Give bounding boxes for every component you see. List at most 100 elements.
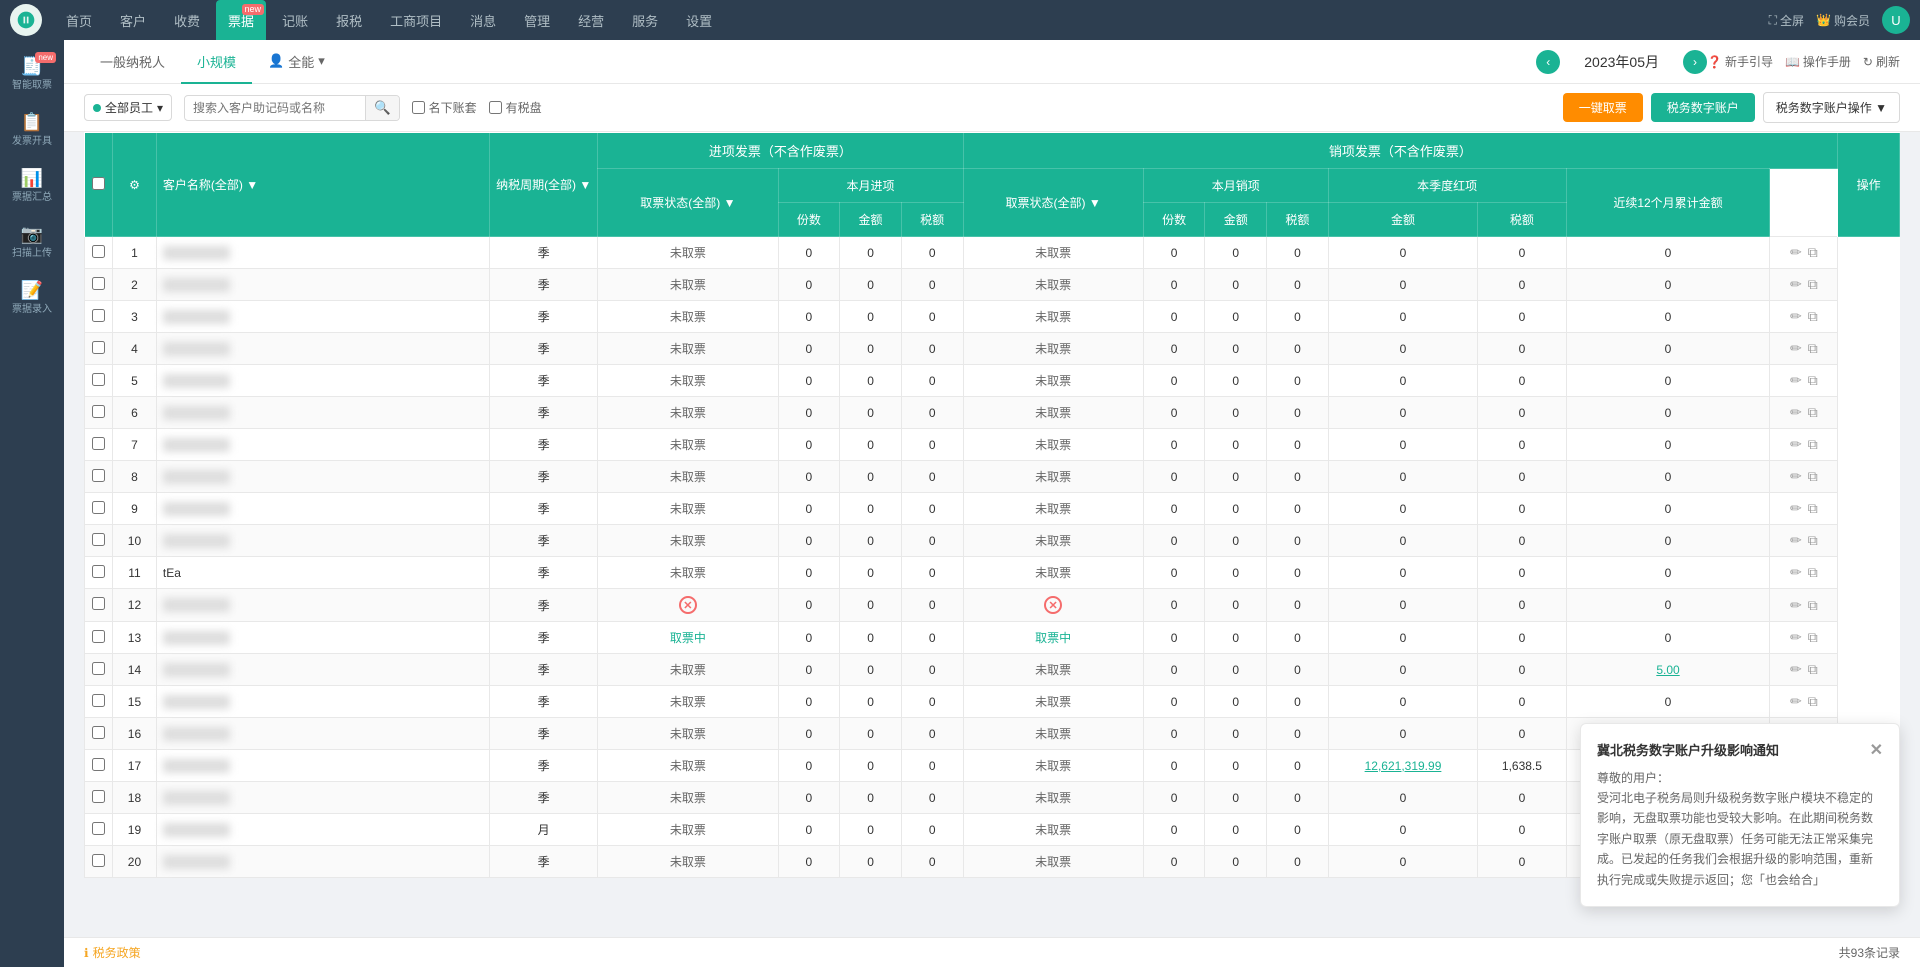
- copy-btn[interactable]: ⧉: [1808, 693, 1818, 710]
- edit-btn[interactable]: ✏: [1790, 532, 1802, 549]
- row-checkbox[interactable]: [92, 822, 105, 835]
- copy-btn[interactable]: ⧉: [1808, 597, 1818, 614]
- sidebar-item-scan-upload[interactable]: 📷 扫描上传: [4, 216, 60, 268]
- nav-manage[interactable]: 管理: [512, 0, 562, 40]
- row-checkbox[interactable]: [92, 694, 105, 707]
- copy-btn[interactable]: ⧉: [1808, 468, 1818, 485]
- row-checkbox[interactable]: [92, 854, 105, 867]
- edit-btn[interactable]: ✏: [1790, 308, 1802, 325]
- row-checkbox[interactable]: [92, 341, 105, 354]
- edit-btn[interactable]: ✏: [1790, 693, 1802, 710]
- copy-btn[interactable]: ⧉: [1808, 404, 1818, 421]
- employee-selector[interactable]: 全部员工 ▾: [84, 94, 172, 121]
- copy-btn[interactable]: ⧉: [1808, 244, 1818, 261]
- row-checkbox[interactable]: [92, 630, 105, 643]
- sidebar-item-entry[interactable]: 📝 票据录入: [4, 272, 60, 324]
- nav-fee[interactable]: 收费: [162, 0, 212, 40]
- copy-btn[interactable]: ⧉: [1808, 564, 1818, 581]
- row-checkbox[interactable]: [92, 309, 105, 322]
- copy-btn[interactable]: ⧉: [1808, 532, 1818, 549]
- edit-btn[interactable]: ✏: [1790, 276, 1802, 293]
- row-checkbox[interactable]: [92, 597, 105, 610]
- edit-btn[interactable]: ✏: [1790, 597, 1802, 614]
- in-count-cell: 0: [778, 429, 840, 461]
- nav-customer[interactable]: 客户: [108, 0, 158, 40]
- sidebar-item-smart-ticket[interactable]: 🧾 智能取票 new: [4, 48, 60, 100]
- search-button[interactable]: 🔍: [365, 96, 399, 120]
- row-checkbox[interactable]: [92, 533, 105, 546]
- edit-btn[interactable]: ✏: [1790, 372, 1802, 389]
- period-next-btn[interactable]: ›: [1683, 50, 1707, 74]
- guide-btn[interactable]: ❓ 新手引导: [1707, 53, 1773, 70]
- row-checkbox[interactable]: [92, 501, 105, 514]
- nav-tax[interactable]: 报税: [324, 0, 374, 40]
- edit-btn[interactable]: ✏: [1790, 629, 1802, 646]
- copy-btn[interactable]: ⧉: [1808, 629, 1818, 646]
- nav-operation[interactable]: 经营: [566, 0, 616, 40]
- tax-policy-link[interactable]: ℹ 税务政策: [84, 944, 141, 961]
- nav-business[interactable]: 工商项目: [378, 0, 454, 40]
- row-checkbox[interactable]: [92, 469, 105, 482]
- copy-btn[interactable]: ⧉: [1808, 500, 1818, 517]
- tab-all-capable[interactable]: 👤 全能 ▾: [252, 40, 341, 84]
- edit-btn[interactable]: ✏: [1790, 500, 1802, 517]
- row-checkbox[interactable]: [92, 245, 105, 258]
- copy-btn[interactable]: ⧉: [1808, 340, 1818, 357]
- sidebar-item-summary[interactable]: 📊 票据汇总: [4, 160, 60, 212]
- cumulative-value[interactable]: 5.00: [1656, 663, 1679, 677]
- th-in-status[interactable]: 取票状态(全部) ▼: [598, 169, 778, 237]
- edit-btn[interactable]: ✏: [1790, 436, 1802, 453]
- tax-digital-account-btn[interactable]: 税务数字账户: [1651, 93, 1755, 122]
- select-all-checkbox[interactable]: [92, 177, 105, 190]
- tab-general-taxpayer[interactable]: 一般纳税人: [84, 40, 181, 84]
- row-checkbox[interactable]: [92, 662, 105, 675]
- notification-close-btn[interactable]: ✕: [1870, 740, 1883, 760]
- copy-btn[interactable]: ⧉: [1808, 436, 1818, 453]
- nav-message[interactable]: 消息: [458, 0, 508, 40]
- member-btn[interactable]: 👑 购会员: [1816, 12, 1870, 29]
- row-checkbox[interactable]: [92, 790, 105, 803]
- sidebar-item-invoice-open[interactable]: 📋 发票开具: [4, 104, 60, 156]
- copy-btn[interactable]: ⧉: [1808, 372, 1818, 389]
- copy-btn[interactable]: ⧉: [1808, 308, 1818, 325]
- user-avatar[interactable]: U: [1882, 6, 1910, 34]
- edit-btn[interactable]: ✏: [1790, 468, 1802, 485]
- row-checkbox[interactable]: [92, 373, 105, 386]
- edit-btn[interactable]: ✏: [1790, 404, 1802, 421]
- row-checkbox[interactable]: [92, 437, 105, 450]
- has-tax-label[interactable]: 有税盘: [489, 99, 542, 116]
- check-account-checkbox[interactable]: [412, 101, 425, 114]
- in-status-text: 未取票: [670, 438, 706, 452]
- red-amount-value[interactable]: 12,621,319.99: [1365, 759, 1442, 773]
- one-click-ticket-btn[interactable]: 一键取票: [1563, 93, 1643, 122]
- tab-small-scale[interactable]: 小规模: [181, 40, 252, 84]
- th-customer-name[interactable]: 客户名称(全部) ▼: [156, 133, 489, 237]
- check-account-label[interactable]: 名下账套: [412, 99, 477, 116]
- th-settings[interactable]: ⚙: [113, 133, 157, 237]
- has-tax-checkbox[interactable]: [489, 101, 502, 114]
- nav-service[interactable]: 服务: [620, 0, 670, 40]
- edit-btn[interactable]: ✏: [1790, 661, 1802, 678]
- nav-home[interactable]: 首页: [54, 0, 104, 40]
- fullscreen-btn[interactable]: ⛶ 全屏: [1769, 12, 1804, 29]
- search-input[interactable]: [185, 97, 365, 119]
- edit-btn[interactable]: ✏: [1790, 564, 1802, 581]
- nav-settings[interactable]: 设置: [674, 0, 724, 40]
- edit-btn[interactable]: ✏: [1790, 340, 1802, 357]
- nav-accounting[interactable]: 记账: [270, 0, 320, 40]
- refresh-btn[interactable]: ↻ 刷新: [1863, 53, 1900, 70]
- nav-invoice[interactable]: 票据 new: [216, 0, 266, 40]
- tax-digital-account-ops-btn[interactable]: 税务数字账户操作 ▼: [1763, 92, 1900, 123]
- row-checkbox[interactable]: [92, 726, 105, 739]
- edit-btn[interactable]: ✏: [1790, 244, 1802, 261]
- th-tax-period[interactable]: 纳税周期(全部) ▼: [490, 133, 598, 237]
- manual-btn[interactable]: 📖 操作手册: [1785, 53, 1851, 70]
- row-checkbox[interactable]: [92, 565, 105, 578]
- th-out-status[interactable]: 取票状态(全部) ▼: [963, 169, 1143, 237]
- row-checkbox[interactable]: [92, 758, 105, 771]
- copy-btn[interactable]: ⧉: [1808, 661, 1818, 678]
- row-checkbox[interactable]: [92, 405, 105, 418]
- copy-btn[interactable]: ⧉: [1808, 276, 1818, 293]
- period-prev-btn[interactable]: ‹: [1536, 50, 1560, 74]
- row-checkbox[interactable]: [92, 277, 105, 290]
